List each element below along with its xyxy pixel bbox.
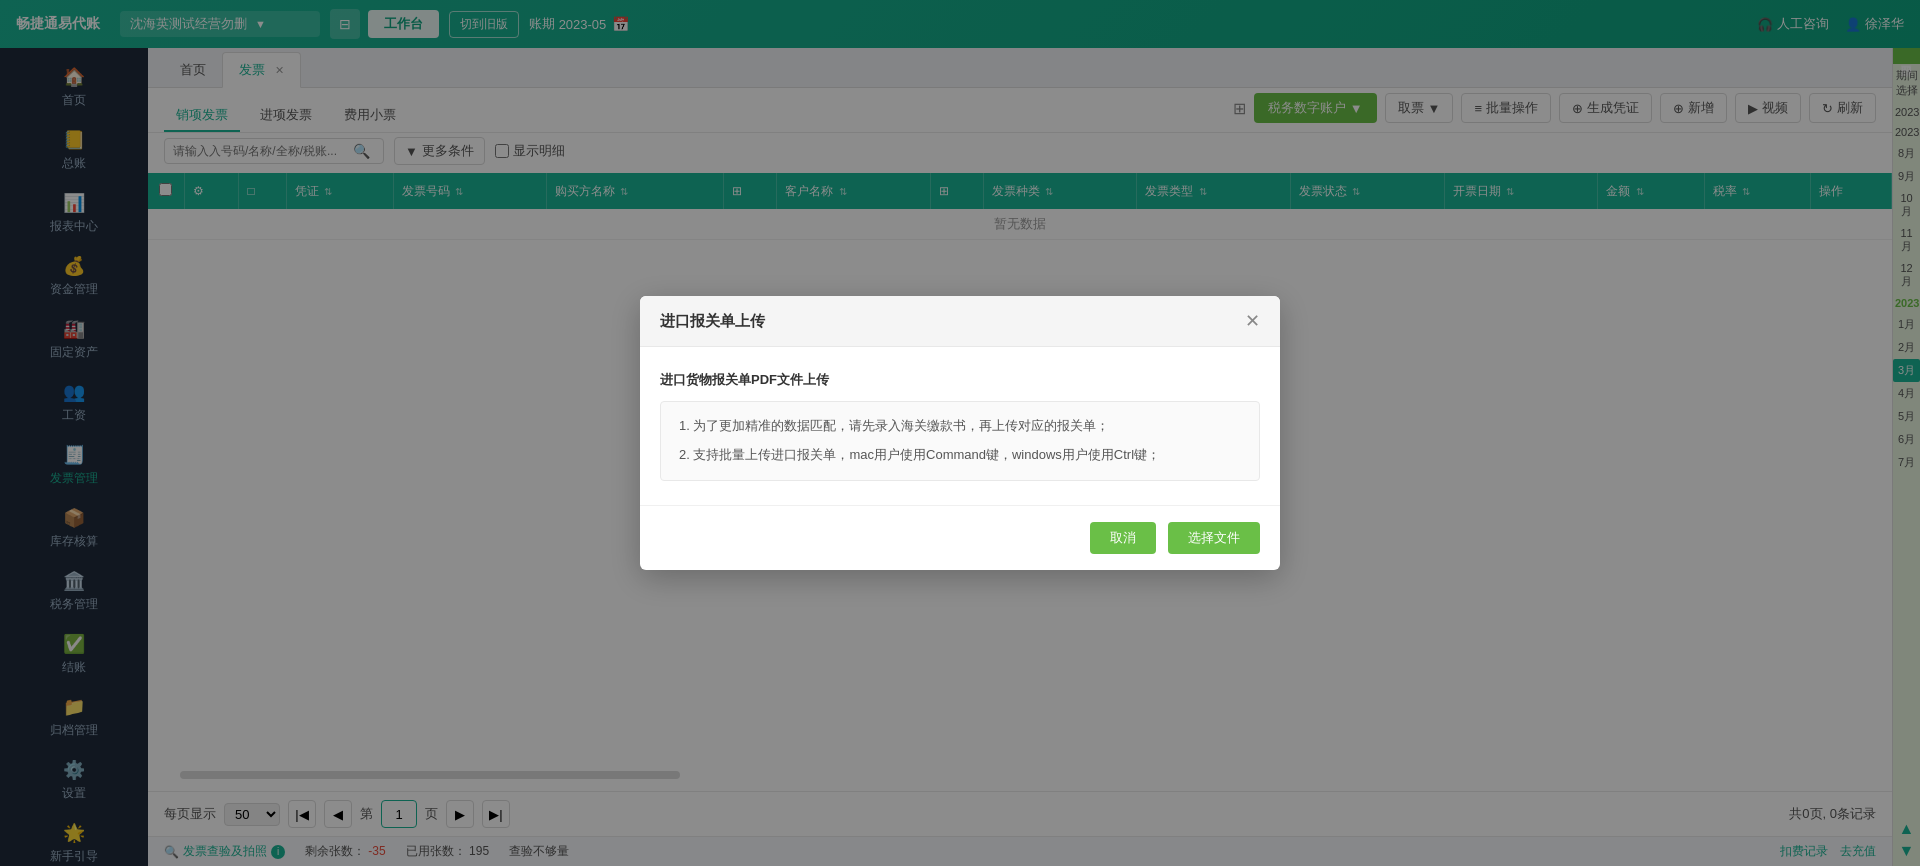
dialog-close-btn[interactable]: ✕ [1245, 310, 1260, 332]
modal-overlay: 进口报关单上传 ✕ 进口货物报关单PDF文件上传 1. 为了更加精准的数据匹配，… [0, 0, 1920, 866]
dialog-cancel-btn[interactable]: 取消 [1090, 522, 1156, 554]
dialog-footer: 取消 选择文件 [640, 505, 1280, 570]
import-customs-dialog: 进口报关单上传 ✕ 进口货物报关单PDF文件上传 1. 为了更加精准的数据匹配，… [640, 296, 1280, 570]
dialog-header: 进口报关单上传 ✕ [640, 296, 1280, 347]
dialog-section-title: 进口货物报关单PDF文件上传 [660, 371, 1260, 389]
dialog-title: 进口报关单上传 [660, 312, 765, 331]
dialog-info-item-1: 1. 为了更加精准的数据匹配，请先录入海关缴款书，再上传对应的报关单； [679, 416, 1241, 437]
dialog-info-item-2: 2. 支持批量上传进口报关单，mac用户使用Command键，windows用户… [679, 445, 1241, 466]
dialog-body: 进口货物报关单PDF文件上传 1. 为了更加精准的数据匹配，请先录入海关缴款书，… [640, 347, 1280, 505]
dialog-select-file-btn[interactable]: 选择文件 [1168, 522, 1260, 554]
dialog-info-box: 1. 为了更加精准的数据匹配，请先录入海关缴款书，再上传对应的报关单； 2. 支… [660, 401, 1260, 481]
